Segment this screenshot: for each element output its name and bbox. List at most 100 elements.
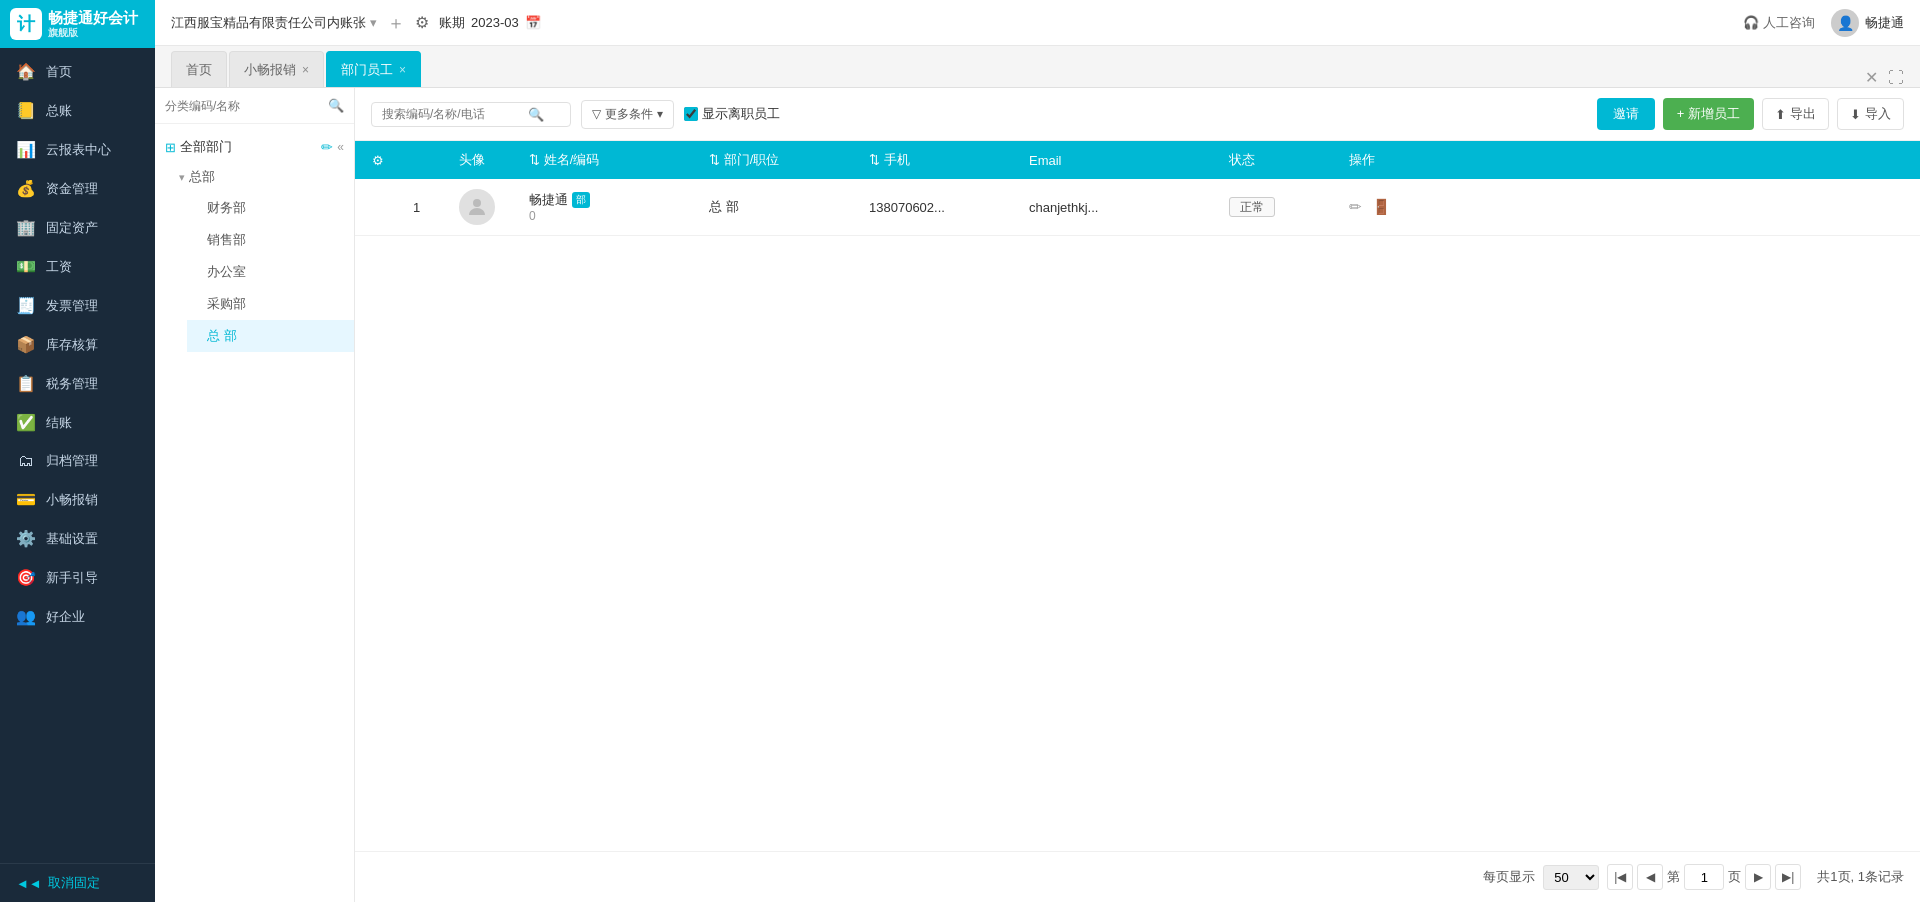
topbar-right: 🎧 人工咨询 👤 畅捷通 — [1743, 9, 1904, 37]
unpin-button[interactable]: ◄◄ 取消固定 — [0, 863, 155, 902]
sidebar-item-archive[interactable]: 🗂 归档管理 — [0, 442, 155, 480]
tab-expense-close[interactable]: × — [302, 63, 309, 77]
company-name: 江西服宝精品有限责任公司内账张 — [171, 14, 366, 32]
col-name[interactable]: ⇅ 姓名/编码 — [517, 141, 697, 179]
settings-icon[interactable]: ⚙ — [372, 153, 384, 168]
dept-search-input[interactable] — [165, 99, 328, 113]
dept-collapse-icon[interactable]: « — [337, 140, 344, 154]
sidebar-item-guide[interactable]: 🎯 新手引导 — [0, 558, 155, 597]
sidebar-item-inventory[interactable]: 📦 库存核算 — [0, 325, 155, 364]
headphone-icon: 🎧 — [1743, 15, 1759, 30]
sidebar-item-label: 好企业 — [46, 608, 85, 626]
dept-item-hq[interactable]: 总 部 — [187, 320, 354, 352]
funds-icon: 💰 — [16, 179, 36, 198]
total-info: 共1页, 1条记录 — [1817, 868, 1904, 886]
checkout-icon: ✅ — [16, 413, 36, 432]
add-employee-button[interactable]: + 新增员工 — [1663, 98, 1754, 130]
sidebar-nav: 🏠 首页 📒 总账 📊 云报表中心 💰 资金管理 🏢 固定资产 💵 工资 🧾 发… — [0, 48, 155, 863]
sidebar-item-salary[interactable]: 💵 工资 — [0, 247, 155, 286]
dept-item-purchase[interactable]: 采购部 — [187, 288, 354, 320]
dept-search-icon[interactable]: 🔍 — [328, 98, 344, 113]
per-page-label: 每页显示 — [1483, 868, 1535, 886]
settings-icon: ⚙️ — [16, 529, 36, 548]
sidebar-item-assets[interactable]: 🏢 固定资产 — [0, 208, 155, 247]
row-name-cell: 畅捷通 部 0 — [517, 179, 697, 236]
prev-page-button[interactable]: ◀ — [1637, 864, 1663, 890]
sidebar-item-label: 结账 — [46, 414, 72, 432]
archive-icon: 🗂 — [16, 452, 36, 470]
col-actions: 操作 — [1337, 141, 1920, 179]
last-page-button[interactable]: ▶| — [1775, 864, 1801, 890]
dept-item-finance[interactable]: 财务部 — [187, 192, 354, 224]
expand-window-icon[interactable]: ⛶ — [1888, 69, 1904, 87]
edit-icon[interactable]: ✏ — [1349, 198, 1362, 216]
calendar-icon: 📅 — [525, 15, 541, 30]
employee-dept: 总 部 — [709, 199, 739, 214]
sidebar-item-funds[interactable]: 💰 资金管理 — [0, 169, 155, 208]
sidebar-item-checkout[interactable]: ✅ 结账 — [0, 403, 155, 442]
dept-parent-general[interactable]: ▾ 总部 — [171, 162, 354, 192]
sidebar-item-label: 总账 — [46, 102, 72, 120]
export-button[interactable]: ⬆ 导出 — [1762, 98, 1829, 130]
search-icon[interactable]: 🔍 — [528, 107, 544, 122]
show-resigned-label[interactable]: 显示离职员工 — [684, 105, 780, 123]
tab-home[interactable]: 首页 — [171, 51, 227, 87]
col-phone[interactable]: ⇅ 手机 — [857, 141, 1017, 179]
row-actions-cell: ✏ 🚪 — [1337, 179, 1920, 236]
employee-table-wrap: ⚙ 头像 ⇅ 姓名/编码 ⇅ — [355, 141, 1920, 851]
sidebar-item-home[interactable]: 🏠 首页 — [0, 52, 155, 91]
table-row: 1 畅捷通 部 — [355, 179, 1920, 236]
user-menu[interactable]: 👤 畅捷通 — [1831, 9, 1904, 37]
pagination: 每页显示 50 20 100 |◀ ◀ 第 页 ▶ ▶| 共1页, 1条记录 — [355, 851, 1920, 902]
all-dept-header[interactable]: ⊞ 全部部门 ✏ « — [155, 132, 354, 162]
dept-group: ▾ 总部 财务部 销售部 办公室 采购部 总 部 — [171, 162, 354, 352]
per-page-select[interactable]: 50 20 100 — [1543, 865, 1599, 890]
expense-icon: 💳 — [16, 490, 36, 509]
col-settings[interactable]: ⚙ — [355, 141, 401, 179]
tab-dept[interactable]: 部门员工 × — [326, 51, 421, 87]
more-filter-button[interactable]: ▽ 更多条件 ▾ — [581, 100, 674, 129]
sidebar-item-tax[interactable]: 📋 税务管理 — [0, 364, 155, 403]
sidebar-item-settings[interactable]: ⚙️ 基础设置 — [0, 519, 155, 558]
employee-search-input[interactable] — [382, 107, 522, 121]
page-number-input[interactable] — [1684, 864, 1724, 890]
add-account-icon[interactable]: ＋ — [387, 11, 405, 35]
app-logo: 计 畅捷通好会计 旗舰版 — [0, 0, 155, 48]
show-resigned-checkbox[interactable] — [684, 107, 698, 121]
row-email-cell: chanjethkj... — [1017, 179, 1217, 236]
dept-item-office[interactable]: 办公室 — [187, 256, 354, 288]
support-button[interactable]: 🎧 人工咨询 — [1743, 14, 1815, 32]
sidebar-item-expense[interactable]: 💳 小畅报销 — [0, 480, 155, 519]
logo-main: 畅捷通好会计 — [48, 9, 138, 27]
filter-icon: ▽ — [592, 107, 601, 121]
dept-item-sales[interactable]: 销售部 — [187, 224, 354, 256]
sidebar-item-label: 新手引导 — [46, 569, 98, 587]
col-dept[interactable]: ⇅ 部门/职位 — [697, 141, 857, 179]
import-label: 导入 — [1865, 105, 1891, 123]
invite-button[interactable]: 邀请 — [1597, 98, 1655, 130]
import-button[interactable]: ⬇ 导入 — [1837, 98, 1904, 130]
company-selector[interactable]: 江西服宝精品有限责任公司内账张 ▾ — [171, 14, 377, 32]
sidebar-item-label: 固定资产 — [46, 219, 98, 237]
toolbar-action-buttons: 邀请 + 新增员工 ⬆ 导出 ⬇ 导入 — [1597, 98, 1904, 130]
sidebar-item-ledger[interactable]: 📒 总账 — [0, 91, 155, 130]
sidebar-item-reports[interactable]: 📊 云报表中心 — [0, 130, 155, 169]
period-selector[interactable]: 账期 2023-03 📅 — [439, 14, 541, 32]
tab-dept-close[interactable]: × — [399, 63, 406, 77]
row-avatar-cell — [447, 179, 517, 236]
first-page-button[interactable]: |◀ — [1607, 864, 1633, 890]
next-page-button[interactable]: ▶ — [1745, 864, 1771, 890]
dept-edit-icon[interactable]: ✏ — [321, 139, 333, 155]
import-icon: ⬇ — [1850, 107, 1861, 122]
sidebar-item-label: 税务管理 — [46, 375, 98, 393]
page-label: 页 — [1728, 868, 1741, 886]
logout-icon[interactable]: 🚪 — [1372, 198, 1391, 216]
sidebar-item-invoices[interactable]: 🧾 发票管理 — [0, 286, 155, 325]
tab-expense[interactable]: 小畅报销 × — [229, 51, 324, 87]
sidebar-item-enterprise[interactable]: 👥 好企业 — [0, 597, 155, 636]
logo-text: 畅捷通好会计 旗舰版 — [48, 9, 138, 39]
close-window-icon[interactable]: ✕ — [1865, 68, 1878, 87]
sidebar-item-label: 小畅报销 — [46, 491, 98, 509]
settings-gear-icon[interactable]: ⚙ — [415, 13, 429, 32]
tab-dept-label: 部门员工 — [341, 61, 393, 79]
